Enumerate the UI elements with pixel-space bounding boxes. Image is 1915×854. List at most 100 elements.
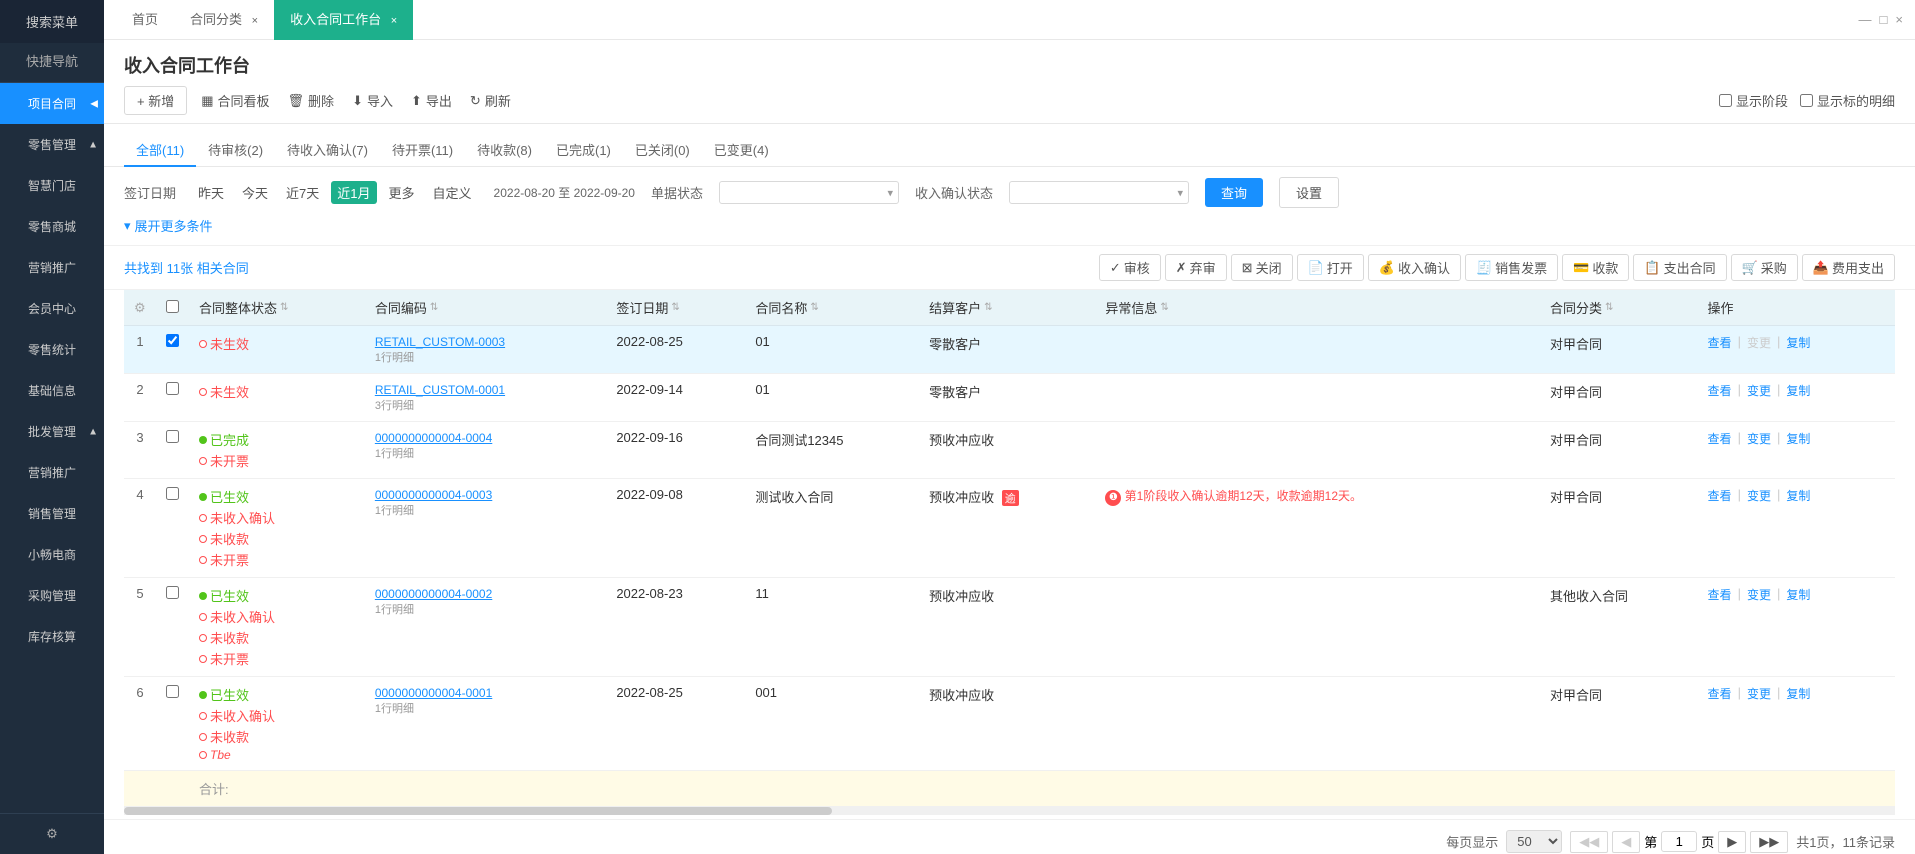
- copy-op-button[interactable]: 复制: [1786, 334, 1810, 351]
- sort-category-icon[interactable]: ⇅: [1605, 302, 1613, 313]
- delete-button[interactable]: 🗑 删除: [284, 89, 339, 112]
- sidebar-item-retail-shop[interactable]: 零售商城: [0, 206, 104, 247]
- date-option-7days[interactable]: 近7天: [280, 181, 325, 204]
- refresh-button[interactable]: ↻ 刷新: [466, 89, 515, 112]
- tab-contract-cat[interactable]: 合同分类 ×: [174, 0, 274, 40]
- first-page-button[interactable]: ◀◀: [1570, 831, 1608, 853]
- filter-tab-pending-invoice[interactable]: 待开票(11): [380, 134, 465, 167]
- filter-tab-changed[interactable]: 已变更(4): [702, 134, 781, 167]
- sort-error-icon[interactable]: ⇅: [1160, 302, 1168, 313]
- show-detail-checkbox[interactable]: [1800, 94, 1813, 107]
- sidebar-item-retail-stat[interactable]: 零售统计: [0, 329, 104, 370]
- contract-link[interactable]: RETAIL_CUSTOM-0001: [375, 383, 505, 397]
- show-fields-option[interactable]: 显示阶段: [1719, 91, 1788, 110]
- next-page-button[interactable]: ▶: [1718, 831, 1746, 853]
- date-option-today[interactable]: 今天: [236, 181, 274, 204]
- contract-link[interactable]: 0000000000004-0001: [375, 686, 492, 700]
- abandon-button[interactable]: ✗ 弃审: [1165, 254, 1227, 281]
- import-button[interactable]: ⬇ 导入: [348, 89, 397, 112]
- expenditure-button[interactable]: 📋 支出合同: [1633, 254, 1726, 281]
- filter-tab-pending-review[interactable]: 待审核(2): [196, 134, 275, 167]
- setting-button[interactable]: 设置: [1279, 177, 1339, 208]
- new-button[interactable]: + 新增: [124, 86, 187, 115]
- copy-op-button[interactable]: 复制: [1786, 487, 1810, 504]
- sidebar-settings[interactable]: ⚙: [0, 813, 104, 854]
- row-select-checkbox[interactable]: [166, 685, 179, 698]
- tab-home[interactable]: 首页: [116, 0, 174, 40]
- close-btn[interactable]: ×: [1895, 12, 1903, 27]
- filter-tab-completed[interactable]: 已完成(1): [544, 134, 623, 167]
- search-button[interactable]: 查询: [1205, 178, 1263, 207]
- row-select-checkbox[interactable]: [166, 430, 179, 443]
- collect-button[interactable]: 💳 收款: [1562, 254, 1629, 281]
- copy-op-button[interactable]: 复制: [1786, 430, 1810, 447]
- sidebar-item-sales-mgmt[interactable]: 销售管理: [0, 493, 104, 534]
- tab-close-income-workbench[interactable]: ×: [391, 15, 397, 27]
- change-op-button[interactable]: 变更: [1747, 382, 1771, 399]
- date-option-yesterday[interactable]: 昨天: [192, 181, 230, 204]
- audit-button[interactable]: ✓ 审核: [1099, 254, 1161, 281]
- sidebar-item-inventory[interactable]: 库存核算: [0, 616, 104, 657]
- view-op-button[interactable]: 查看: [1708, 685, 1732, 702]
- row-select-checkbox[interactable]: [166, 586, 179, 599]
- open-button[interactable]: 📄 打开: [1297, 254, 1364, 281]
- horizontal-scrollbar[interactable]: [124, 807, 1895, 815]
- filter-tab-all[interactable]: 全部(11): [124, 134, 196, 167]
- income-confirm-button[interactable]: 💰 收入确认: [1368, 254, 1461, 281]
- tab-income-workbench[interactable]: 收入合同工作台 ×: [274, 0, 413, 40]
- copy-op-button[interactable]: 复制: [1786, 382, 1810, 399]
- copy-op-button[interactable]: 复制: [1786, 685, 1810, 702]
- select-all-checkbox[interactable]: [166, 300, 179, 313]
- row-select-checkbox[interactable]: [166, 382, 179, 395]
- filter-tab-pending-income-confirm[interactable]: 待收入确认(7): [275, 134, 380, 167]
- sort-code-icon[interactable]: ⇅: [430, 302, 438, 313]
- sidebar-item-smart-store[interactable]: 智慧门店: [0, 165, 104, 206]
- sidebar-item-basic-info[interactable]: 基础信息: [0, 370, 104, 411]
- view-op-button[interactable]: 查看: [1708, 487, 1732, 504]
- sidebar-item-member[interactable]: 会员中心: [0, 288, 104, 329]
- date-option-custom[interactable]: 自定义: [427, 181, 478, 204]
- change-op-button[interactable]: 变更: [1747, 430, 1771, 447]
- kanban-button[interactable]: ▦ 合同看板: [197, 89, 273, 112]
- minimize-btn[interactable]: —: [1859, 12, 1872, 27]
- contract-link[interactable]: 0000000000004-0002: [375, 587, 492, 601]
- sidebar-item-ecommerce[interactable]: 小畅电商: [0, 534, 104, 575]
- view-op-button[interactable]: 查看: [1708, 382, 1732, 399]
- view-op-button[interactable]: 查看: [1708, 334, 1732, 351]
- prev-page-button[interactable]: ◀: [1612, 831, 1640, 853]
- page-size-select[interactable]: 50 100 200: [1506, 830, 1562, 853]
- confirm-select[interactable]: [1009, 181, 1189, 204]
- contract-link[interactable]: RETAIL_CUSTOM-0003: [375, 335, 505, 349]
- change-op-button[interactable]: 变更: [1747, 685, 1771, 702]
- filter-tab-closed[interactable]: 已关闭(0): [623, 134, 702, 167]
- current-page-input[interactable]: [1661, 831, 1697, 852]
- sidebar-item-marketing[interactable]: 营销推广: [0, 247, 104, 288]
- sort-status-icon[interactable]: ⇅: [280, 302, 288, 313]
- row-select-checkbox[interactable]: [166, 334, 179, 347]
- sidebar-search[interactable]: 搜索菜单: [0, 0, 104, 43]
- sidebar-item-purchase[interactable]: 采购管理: [0, 575, 104, 616]
- close-button[interactable]: ⊠ 关闭: [1231, 254, 1293, 281]
- export-button[interactable]: ⬆ 导出: [407, 89, 456, 112]
- change-op-button[interactable]: 变更: [1747, 586, 1771, 603]
- show-fields-checkbox[interactable]: [1719, 94, 1732, 107]
- expense-out-button[interactable]: 📤 费用支出: [1802, 254, 1895, 281]
- view-op-button[interactable]: 查看: [1708, 586, 1732, 603]
- date-option-1month[interactable]: 近1月: [331, 181, 376, 204]
- view-op-button[interactable]: 查看: [1708, 430, 1732, 447]
- sidebar-item-project[interactable]: 项目合同 ◀: [0, 83, 104, 124]
- sale-invoice-button[interactable]: 🧾 销售发票: [1465, 254, 1558, 281]
- row-select-checkbox[interactable]: [166, 487, 179, 500]
- sort-date-icon[interactable]: ⇅: [671, 302, 679, 313]
- tab-close-contract-cat[interactable]: ×: [252, 15, 258, 27]
- contract-link[interactable]: 0000000000004-0003: [375, 488, 492, 502]
- sort-name-icon[interactable]: ⇅: [810, 302, 818, 313]
- maximize-btn[interactable]: □: [1880, 12, 1888, 27]
- status-select[interactable]: [719, 181, 899, 204]
- gear-icon[interactable]: ⚙: [134, 300, 146, 315]
- date-option-more[interactable]: 更多: [383, 181, 421, 204]
- purchase-button[interactable]: 🛒 采购: [1731, 254, 1798, 281]
- filter-tab-pending-collect[interactable]: 待收款(8): [465, 134, 544, 167]
- sidebar-item-marketing2[interactable]: 营销推广: [0, 452, 104, 493]
- expand-filter-button[interactable]: ▾ 展开更多条件: [124, 216, 1895, 235]
